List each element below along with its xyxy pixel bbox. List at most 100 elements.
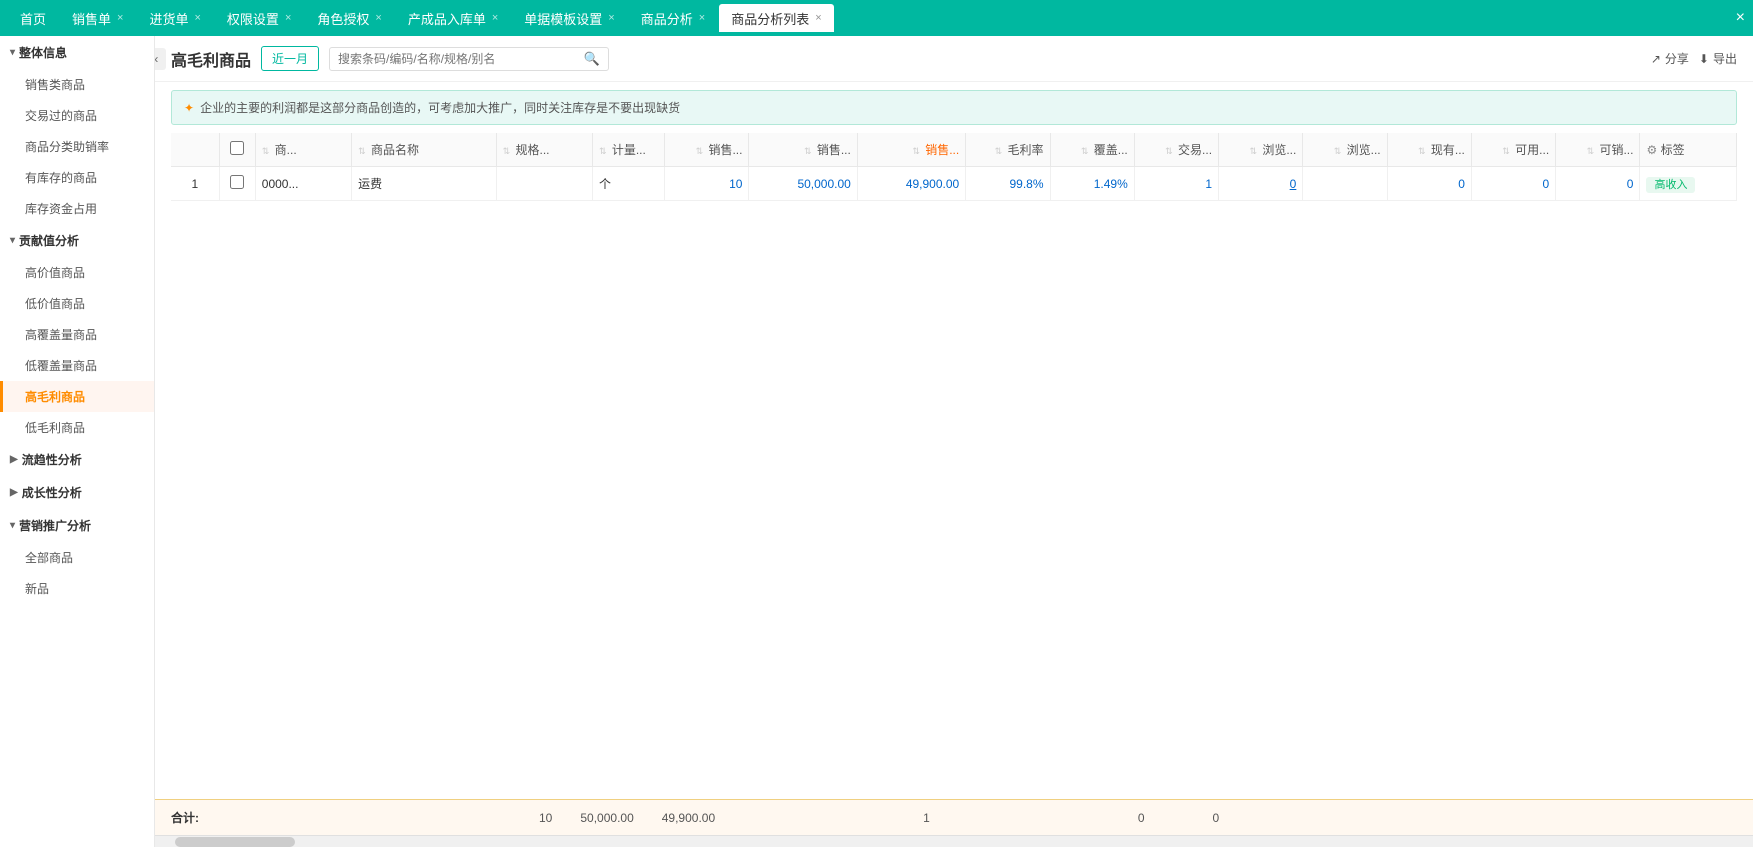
tag-badge: 高收入 xyxy=(1646,177,1695,193)
sidebar-item-sales-goods[interactable]: 销售类商品 xyxy=(0,69,154,100)
tab-close-sales[interactable]: × xyxy=(117,12,123,24)
row-coverage: 1.49% xyxy=(1050,167,1134,201)
tab-template[interactable]: 单据模板设置 × xyxy=(512,4,626,32)
col-header-browse1[interactable]: ⇅ 浏览... xyxy=(1219,133,1303,167)
row-sales-qty: 10 xyxy=(665,167,749,201)
col-header-tag[interactable]: ⚙ 标签 xyxy=(1640,133,1737,167)
row-checkbox[interactable] xyxy=(230,175,244,189)
export-button[interactable]: ⬇ 导出 xyxy=(1699,50,1737,67)
col-header-sales-cost[interactable]: ⇅ 销售... xyxy=(857,133,965,167)
sort-icon-sales-amt: ⇅ xyxy=(804,146,812,156)
sidebar-group-growth[interactable]: ▶ 成长性分析 xyxy=(0,476,154,509)
notice-bar: ✦ 企业的主要的利润都是这部分商品创造的，可考虑加大推广，同时关注库存是不要出现… xyxy=(171,90,1737,125)
sort-icon-coverage: ⇅ xyxy=(1081,146,1089,156)
tab-sales[interactable]: 销售单 × xyxy=(60,4,135,32)
page-title: 高毛利商品 xyxy=(171,47,251,71)
col-header-unit[interactable]: ⇅ 计量... xyxy=(592,133,664,167)
select-all-checkbox[interactable] xyxy=(230,141,244,155)
col-header-current[interactable]: ⇅ 现有... xyxy=(1387,133,1471,167)
window-close-button[interactable]: × xyxy=(1736,9,1745,27)
row-sales-amt: 50,000.00 xyxy=(749,167,857,201)
tab-close-analysis[interactable]: × xyxy=(699,12,705,24)
tab-close-purchase[interactable]: × xyxy=(194,12,200,24)
header-actions: ↗ 分享 ⬇ 导出 xyxy=(1651,50,1737,67)
sidebar-item-high-coverage[interactable]: 高覆盖量商品 xyxy=(0,319,154,350)
row-browse2 xyxy=(1303,167,1387,201)
col-header-sales-amt[interactable]: ⇅ 销售... xyxy=(749,133,857,167)
col-header-margin[interactable]: ⇅ 毛利率 xyxy=(966,133,1050,167)
tab-role[interactable]: 角色授权 × xyxy=(305,4,393,32)
tab-analysis[interactable]: 商品分析 × xyxy=(629,4,717,32)
arrow-icon-marketing: ▾ xyxy=(10,520,15,531)
tab-purchase[interactable]: 进货单 × xyxy=(137,4,212,32)
footer-sales-amt: 50,000.00 xyxy=(580,811,633,825)
share-button[interactable]: ↗ 分享 xyxy=(1651,50,1689,67)
tab-home[interactable]: 首页 xyxy=(8,4,58,32)
sort-icon-sales-qty: ⇅ xyxy=(696,146,704,156)
arrow-icon-overall: ▾ xyxy=(10,47,15,58)
table-wrapper: ⇅ 商... ⇅ 商品名称 ⇅ 规格... ⇅ xyxy=(155,133,1753,799)
sidebar-item-new-goods[interactable]: 新品 xyxy=(0,573,154,604)
footer-label: 合计: xyxy=(171,809,199,826)
search-box: 🔍 xyxy=(329,47,609,71)
sidebar-item-low-coverage[interactable]: 低覆盖量商品 xyxy=(0,350,154,381)
sidebar-group-overall[interactable]: ▾ 整体信息 xyxy=(0,36,154,69)
share-icon: ↗ xyxy=(1651,52,1661,66)
tab-close-role[interactable]: × xyxy=(375,12,381,24)
tab-analysis-list[interactable]: 商品分析列表 × xyxy=(719,4,833,32)
row-avail: 0 xyxy=(1471,167,1555,201)
search-input[interactable] xyxy=(338,52,584,66)
content-area: « 高毛利商品 近一月 🔍 ↗ 分享 ⬇ 导出 ✦ 企业的主要的利润都是这部 xyxy=(155,36,1753,847)
tab-close-product-in[interactable]: × xyxy=(492,12,498,24)
col-header-sellable[interactable]: ⇅ 可销... xyxy=(1556,133,1640,167)
col-header-trade[interactable]: ⇅ 交易... xyxy=(1134,133,1218,167)
scroll-thumb[interactable] xyxy=(175,837,295,847)
sidebar-item-high-margin[interactable]: 高毛利商品 xyxy=(0,381,154,412)
tab-close-permission[interactable]: × xyxy=(285,12,291,24)
row-spec xyxy=(496,167,592,201)
sidebar-item-instock-goods[interactable]: 有库存的商品 xyxy=(0,162,154,193)
row-sales-cost: 49,900.00 xyxy=(857,167,965,201)
sidebar-item-stock-capital[interactable]: 库存资金占用 xyxy=(0,193,154,224)
sidebar-item-traded-goods[interactable]: 交易过的商品 xyxy=(0,100,154,131)
row-unit: 个 xyxy=(592,167,664,201)
sidebar-group-contribution[interactable]: ▾ 贡献值分析 xyxy=(0,224,154,257)
sidebar-group-marketing[interactable]: ▾ 营销推广分析 xyxy=(0,509,154,542)
sidebar-item-low-margin[interactable]: 低毛利商品 xyxy=(0,412,154,443)
col-header-avail[interactable]: ⇅ 可用... xyxy=(1471,133,1555,167)
settings-icon[interactable]: ⚙ xyxy=(1646,143,1657,157)
tab-permission[interactable]: 权限设置 × xyxy=(215,4,303,32)
sidebar-item-low-value[interactable]: 低价值商品 xyxy=(0,288,154,319)
collapse-sidebar-button[interactable]: « xyxy=(155,48,166,70)
sort-icon-spec: ⇅ xyxy=(503,146,511,156)
tab-close-analysis-list[interactable]: × xyxy=(815,12,821,24)
col-header-name[interactable]: ⇅ 商品名称 xyxy=(352,133,497,167)
sort-icon-unit: ⇅ xyxy=(599,146,607,156)
sidebar-group-flow[interactable]: ▶ 流趋性分析 xyxy=(0,443,154,476)
footer-avail: 0 xyxy=(1213,811,1220,825)
sort-icon-name: ⇅ xyxy=(358,146,366,156)
arrow-icon-contribution: ▾ xyxy=(10,235,15,246)
content-header: « 高毛利商品 近一月 🔍 ↗ 分享 ⬇ 导出 xyxy=(155,36,1753,82)
export-icon: ⬇ xyxy=(1699,52,1709,66)
sidebar-item-high-value[interactable]: 高价值商品 xyxy=(0,257,154,288)
col-header-browse2[interactable]: ⇅ 浏览... xyxy=(1303,133,1387,167)
col-header-sales-qty[interactable]: ⇅ 销售... xyxy=(665,133,749,167)
tab-close-template[interactable]: × xyxy=(608,12,614,24)
col-header-code[interactable]: ⇅ 商... xyxy=(255,133,351,167)
row-browse1[interactable]: 0 xyxy=(1219,167,1303,201)
table-header-row: ⇅ 商... ⇅ 商品名称 ⇅ 规格... ⇅ xyxy=(171,133,1737,167)
sidebar-item-category-rate[interactable]: 商品分类助销率 xyxy=(0,131,154,162)
sidebar-item-all-goods[interactable]: 全部商品 xyxy=(0,542,154,573)
date-filter-button[interactable]: 近一月 xyxy=(261,46,319,71)
row-trade: 1 xyxy=(1134,167,1218,201)
row-index: 1 xyxy=(171,167,219,201)
search-icon[interactable]: 🔍 xyxy=(584,51,600,67)
sort-icon-sales-cost: ⇅ xyxy=(912,146,920,156)
horizontal-scrollbar[interactable] xyxy=(155,835,1753,847)
sort-icon-trade: ⇅ xyxy=(1165,146,1173,156)
tab-product-in[interactable]: 产成品入库单 × xyxy=(396,4,510,32)
notice-icon: ✦ xyxy=(184,101,194,115)
col-header-spec[interactable]: ⇅ 规格... xyxy=(496,133,592,167)
col-header-coverage[interactable]: ⇅ 覆盖... xyxy=(1050,133,1134,167)
